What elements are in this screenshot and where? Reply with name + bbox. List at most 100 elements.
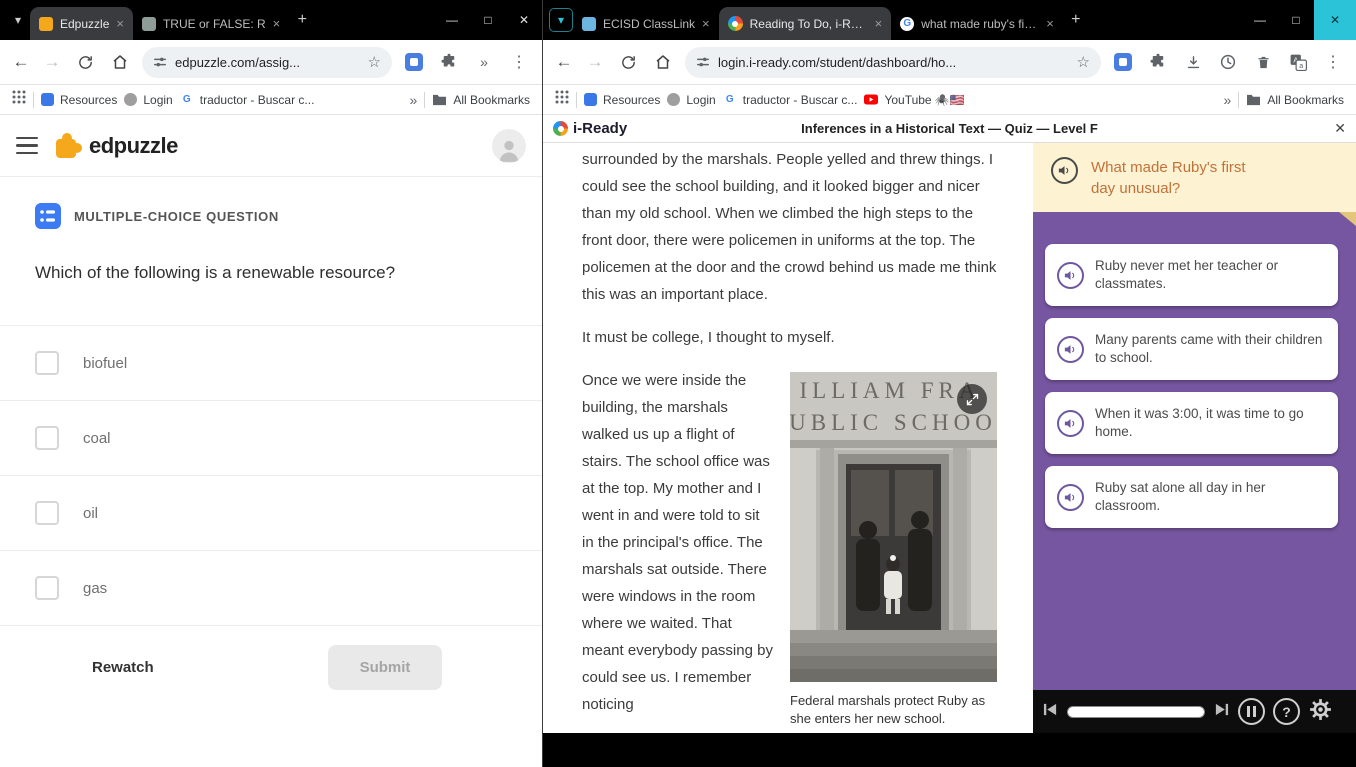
question-audio-button[interactable]	[1051, 157, 1078, 184]
bookmark-star-icon[interactable]: ☆	[368, 53, 381, 71]
pause-button[interactable]	[1238, 698, 1265, 725]
bookmark-youtube[interactable]: YouTube 🕷️🇺🇸	[864, 93, 965, 107]
tab-search-chevron-icon[interactable]: ▾	[549, 8, 573, 32]
answer-option-3[interactable]: When it was 3:00, it was time to go home…	[1045, 392, 1338, 454]
answer-option-2[interactable]: Many parents came with their children to…	[1045, 318, 1338, 380]
tab-close-icon[interactable]: ×	[875, 16, 883, 31]
maximize-button[interactable]: □	[470, 0, 506, 40]
forward-icon[interactable]: →	[584, 52, 606, 72]
close-lesson-icon[interactable]: ✕	[1334, 120, 1346, 137]
checkbox[interactable]	[35, 501, 59, 525]
home-icon[interactable]	[107, 49, 133, 75]
close-window-button[interactable]: ✕	[506, 0, 542, 40]
answer-audio-button[interactable]	[1057, 261, 1084, 289]
maximize-button[interactable]: □	[1278, 0, 1314, 40]
back-icon[interactable]: ←	[10, 52, 32, 72]
skip-forward-icon[interactable]	[1213, 702, 1230, 722]
option-biofuel[interactable]: biofuel	[0, 326, 542, 401]
tab-close-icon[interactable]: ×	[116, 16, 124, 31]
option-gas[interactable]: gas	[0, 551, 542, 626]
address-bar[interactable]: login.i-ready.com/student/dashboard/ho..…	[685, 46, 1101, 78]
bookmarks-overflow-icon[interactable]: »	[1224, 92, 1232, 108]
bookmark-favicon	[667, 93, 681, 106]
edpuzzle-logo[interactable]: edpuzzle	[54, 132, 178, 160]
photo-caption: Federal marshals protect Ruby as she ent…	[790, 693, 986, 726]
bookmark-star-icon[interactable]: ☆	[1077, 53, 1090, 71]
option-oil[interactable]: oil	[0, 476, 542, 551]
tab-close-icon[interactable]: ×	[273, 16, 281, 31]
help-button[interactable]: ?	[1273, 698, 1300, 725]
forward-icon[interactable]: →	[41, 52, 63, 72]
edpuzzle-browser-window: ▾ Edpuzzle × TRUE or FALSE: R × + — □ ✕ …	[0, 0, 543, 767]
tab-ecisd-classlink[interactable]: ECISD ClassLink ×	[573, 7, 719, 40]
window-controls: — □ ✕	[434, 0, 542, 40]
tab-true-or-false[interactable]: TRUE or FALSE: R ×	[133, 7, 289, 40]
site-settings-icon[interactable]	[696, 55, 710, 69]
tab-close-icon[interactable]: ×	[702, 16, 710, 31]
download-icon[interactable]	[1180, 49, 1206, 75]
checkbox[interactable]	[35, 351, 59, 375]
expand-image-button[interactable]	[957, 384, 987, 414]
tab-edpuzzle[interactable]: Edpuzzle ×	[30, 7, 133, 40]
close-window-button[interactable]: ✕	[1314, 0, 1356, 40]
skip-back-icon[interactable]	[1042, 702, 1059, 722]
menu-hamburger-icon[interactable]	[16, 136, 38, 155]
extensions-puzzle-icon[interactable]	[1145, 49, 1171, 75]
extension-icon[interactable]	[1110, 49, 1136, 75]
reload-icon[interactable]	[615, 49, 641, 75]
tab-close-icon[interactable]: ×	[1046, 16, 1054, 31]
minimize-button[interactable]: —	[434, 0, 470, 40]
tab-iready[interactable]: Reading To Do, i-Ready ×	[718, 7, 892, 40]
edpuzzle-favicon	[39, 16, 53, 31]
apps-grid-icon[interactable]	[12, 90, 26, 109]
url-text: login.i-ready.com/student/dashboard/ho..…	[718, 54, 957, 70]
site-settings-icon[interactable]	[153, 55, 167, 69]
all-bookmarks-button[interactable]: All Bookmarks	[432, 93, 530, 107]
reload-icon[interactable]	[72, 49, 98, 75]
checkbox[interactable]	[35, 576, 59, 600]
checkbox[interactable]	[35, 426, 59, 450]
tab-label: ECISD ClassLink	[603, 16, 696, 31]
home-icon[interactable]	[650, 49, 676, 75]
bookmark-login[interactable]: Login	[667, 93, 716, 107]
bookmark-resources[interactable]: Resources	[584, 93, 660, 107]
answer-audio-button[interactable]	[1057, 409, 1084, 437]
minimize-button[interactable]: —	[1242, 0, 1278, 40]
rewatch-button[interactable]: Rewatch	[92, 659, 154, 676]
option-coal[interactable]: coal	[0, 401, 542, 476]
new-tab-button[interactable]: +	[289, 11, 315, 29]
browser-menu-icon[interactable]: ⋮	[506, 49, 532, 75]
audio-progress-bar[interactable]	[1067, 705, 1205, 718]
question-type-label: MULTIPLE-CHOICE QUESTION	[74, 208, 279, 224]
extensions-puzzle-icon[interactable]	[436, 49, 462, 75]
delete-icon[interactable]	[1250, 49, 1276, 75]
tab-search-chevron-icon[interactable]: ▾	[6, 8, 30, 32]
iready-favicon	[727, 16, 743, 31]
apps-grid-icon[interactable]	[555, 90, 569, 109]
tab-google-search[interactable]: G what made ruby's first c ×	[891, 7, 1063, 40]
translate-icon[interactable]: Aa	[1285, 49, 1311, 75]
divider	[1238, 91, 1240, 108]
new-tab-button[interactable]: +	[1063, 11, 1089, 29]
bookmark-resources[interactable]: Resources	[41, 93, 117, 107]
browser-menu-icon[interactable]: ⋮	[1320, 49, 1346, 75]
bookmark-traductor[interactable]: G traductor - Buscar c...	[179, 92, 314, 107]
bookmark-login[interactable]: Login	[124, 93, 173, 107]
avatar[interactable]	[492, 128, 526, 163]
bookmark-traductor[interactable]: G traductor - Buscar c...	[722, 92, 857, 107]
submit-button[interactable]: Submit	[328, 645, 442, 690]
google-favicon: G	[900, 16, 915, 31]
back-icon[interactable]: ←	[553, 52, 575, 72]
answer-audio-button[interactable]	[1057, 335, 1084, 363]
answer-audio-button[interactable]	[1057, 483, 1084, 511]
all-bookmarks-button[interactable]: All Bookmarks	[1246, 93, 1344, 107]
history-icon[interactable]	[1215, 49, 1241, 75]
extension-icon[interactable]	[401, 49, 427, 75]
bookmarks-overflow-icon[interactable]: »	[410, 92, 418, 108]
settings-gear-icon[interactable]	[1308, 697, 1333, 727]
address-bar[interactable]: edpuzzle.com/assig... ☆	[142, 46, 392, 78]
answer-option-4[interactable]: Ruby sat alone all day in her classroom.	[1045, 466, 1338, 528]
answer-option-1[interactable]: Ruby never met her teacher or classmates…	[1045, 244, 1338, 306]
youtube-icon	[864, 94, 879, 105]
toolbar-overflow-icon[interactable]: »	[471, 49, 497, 75]
